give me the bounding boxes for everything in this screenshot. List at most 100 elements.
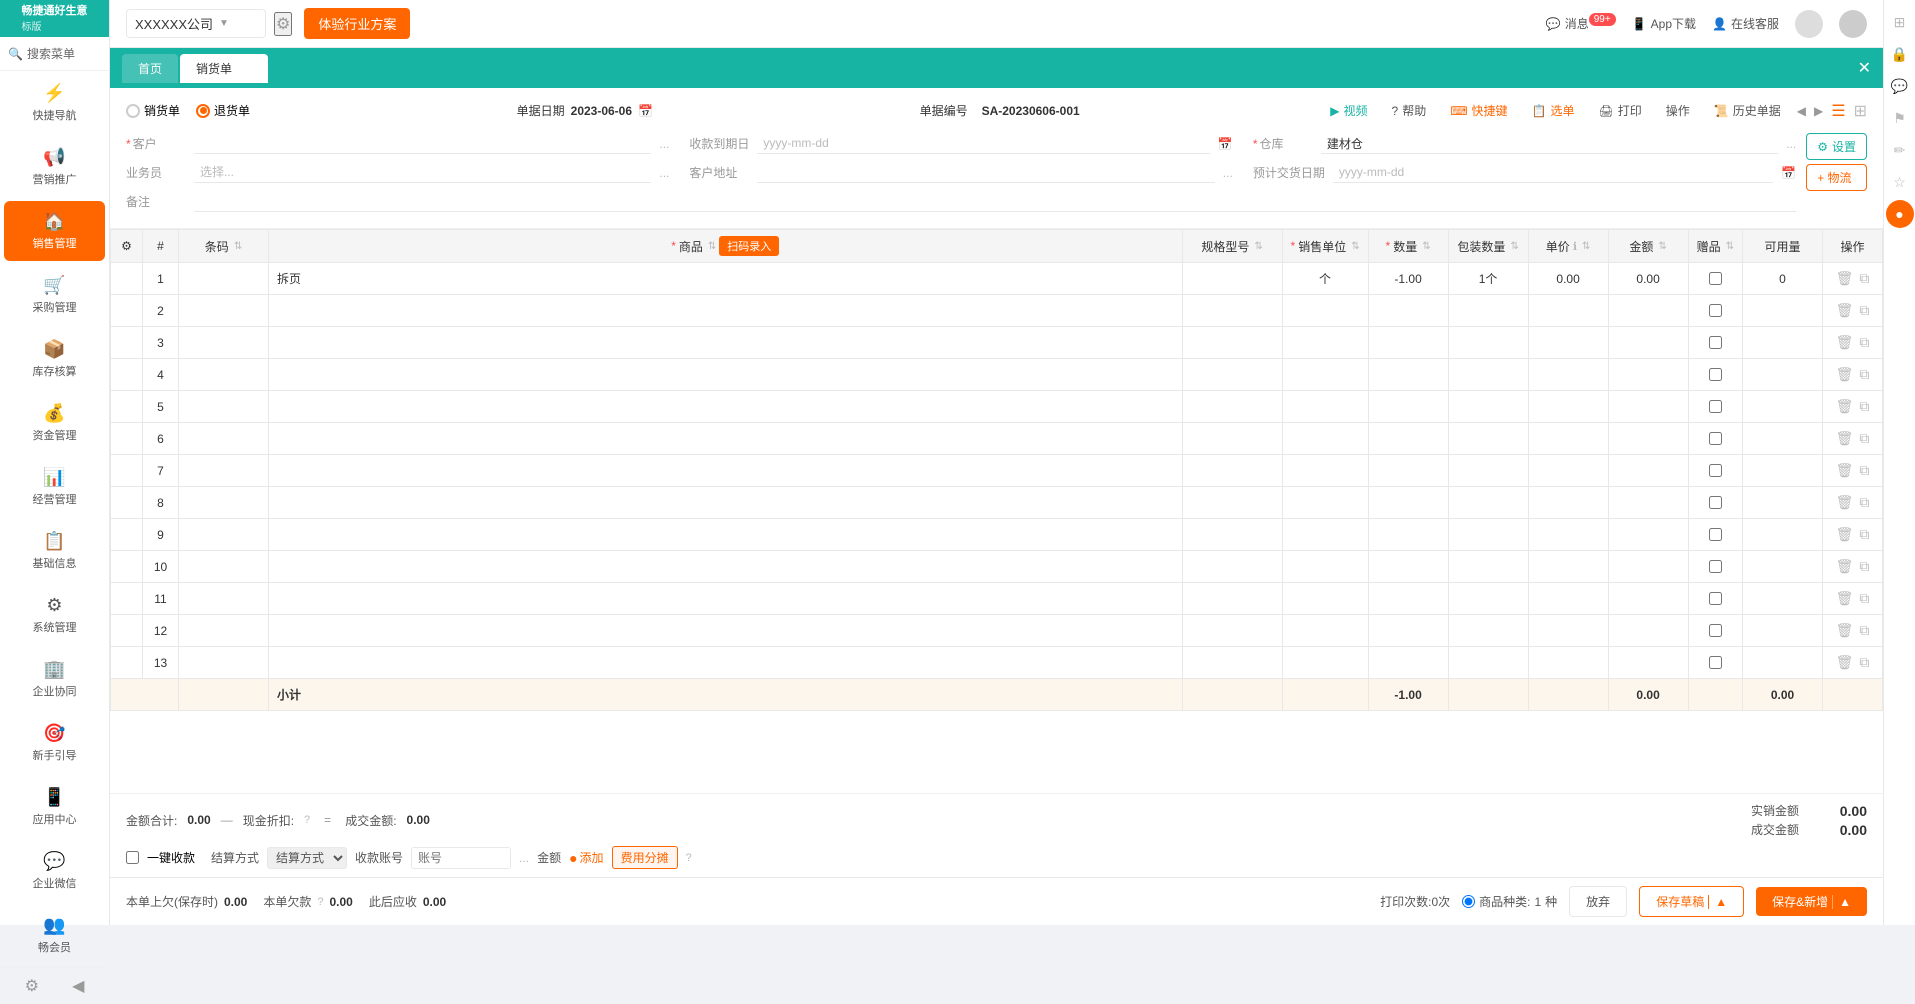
row-gift[interactable]	[1688, 551, 1742, 583]
row-qty[interactable]	[1368, 519, 1448, 551]
row-barcode[interactable]	[179, 295, 269, 327]
row-unit[interactable]	[1282, 583, 1368, 615]
sidebar-item-operations[interactable]: 📊 经营管理	[4, 457, 105, 517]
row-pack-qty[interactable]	[1448, 327, 1528, 359]
app-download-group[interactable]: 📱 App下载	[1632, 15, 1696, 32]
message-group[interactable]: 💬 消息 99+	[1546, 15, 1616, 32]
row-barcode[interactable]	[179, 615, 269, 647]
row-unit[interactable]	[1282, 519, 1368, 551]
avatar2[interactable]	[1839, 10, 1867, 38]
fee-help-icon[interactable]: ?	[686, 852, 692, 864]
col-barcode[interactable]: 条码⇅	[179, 230, 269, 263]
row-amount[interactable]	[1608, 359, 1688, 391]
col-settings[interactable]: ⚙	[111, 230, 143, 263]
row-unit[interactable]	[1282, 423, 1368, 455]
sidebar-search[interactable]: 🔍 搜索菜单	[0, 37, 109, 71]
row-price[interactable]	[1528, 391, 1608, 423]
product-kind-radio[interactable]	[1462, 895, 1475, 908]
col-unit[interactable]: *销售单位⇅	[1282, 230, 1368, 263]
gift-checkbox[interactable]	[1709, 560, 1722, 573]
save-new-arrow-icon[interactable]: ▲	[1832, 895, 1851, 909]
sidebar-item-quicknav[interactable]: ⚡ 快捷导航	[4, 73, 105, 133]
row-qty[interactable]	[1368, 359, 1448, 391]
delete-row-icon[interactable]: 🗑	[1836, 558, 1854, 575]
sidebar-item-wechat[interactable]: 💬 企业微信	[4, 841, 105, 901]
row-product[interactable]	[269, 615, 1183, 647]
salesperson-input[interactable]	[194, 162, 651, 183]
row-product[interactable]	[269, 359, 1183, 391]
row-pack-qty[interactable]	[1448, 647, 1528, 679]
settings-button[interactable]: ⚙	[274, 12, 292, 36]
row-barcode[interactable]	[179, 551, 269, 583]
scan-button[interactable]: 扫码录入	[719, 236, 779, 256]
delivery-date-input[interactable]	[1333, 162, 1773, 183]
row-qty[interactable]	[1368, 327, 1448, 359]
delivery-calendar-icon[interactable]: 📅	[1781, 166, 1796, 180]
row-pack-qty[interactable]	[1448, 519, 1528, 551]
collapse-icon[interactable]: ◀	[72, 976, 84, 996]
radio-return[interactable]: 退货单	[196, 102, 250, 119]
row-qty[interactable]	[1368, 423, 1448, 455]
row-spec[interactable]	[1182, 519, 1282, 551]
row-barcode[interactable]	[179, 583, 269, 615]
copy-row-icon[interactable]: ⧉	[1859, 494, 1869, 511]
row-amount[interactable]	[1608, 583, 1688, 615]
row-gift[interactable]	[1688, 327, 1742, 359]
sidebar-item-marketing[interactable]: 📢 营销推广	[4, 137, 105, 197]
row-gift[interactable]	[1688, 583, 1742, 615]
col-amount[interactable]: 金额⇅	[1608, 230, 1688, 263]
account-dots[interactable]: ...	[519, 851, 529, 865]
col-gift[interactable]: 赠品⇅	[1688, 230, 1742, 263]
col-price[interactable]: 单价ℹ⇅	[1528, 230, 1608, 263]
gift-checkbox[interactable]	[1709, 496, 1722, 509]
row-spec[interactable]	[1182, 583, 1282, 615]
row-barcode[interactable]	[179, 391, 269, 423]
one-click-pay-checkbox[interactable]	[126, 851, 139, 864]
delete-row-icon[interactable]: 🗑	[1836, 398, 1854, 415]
row-price[interactable]	[1528, 359, 1608, 391]
tab-home[interactable]: 首页	[122, 54, 178, 83]
row-product[interactable]	[269, 551, 1183, 583]
row-price[interactable]	[1528, 487, 1608, 519]
copy-row-icon[interactable]: ⧉	[1859, 622, 1869, 639]
row-pack-qty[interactable]	[1448, 615, 1528, 647]
sidebar-item-system[interactable]: ⚙ 系统管理	[4, 585, 105, 645]
row-product[interactable]	[269, 295, 1183, 327]
sidebar-item-inventory[interactable]: 📦 库存核算	[4, 329, 105, 389]
row-product[interactable]	[269, 519, 1183, 551]
delete-row-icon[interactable]: 🗑	[1836, 430, 1854, 447]
right-star-icon[interactable]: ☆	[1886, 168, 1914, 196]
copy-row-icon[interactable]: ⧉	[1859, 558, 1869, 575]
fee-split-btn[interactable]: 费用分摊	[612, 846, 678, 869]
row-price[interactable]	[1528, 583, 1608, 615]
row-barcode[interactable]	[179, 519, 269, 551]
save-draft-button[interactable]: 保存草稿 ▲	[1639, 886, 1744, 917]
row-unit[interactable]	[1282, 647, 1368, 679]
row-spec[interactable]	[1182, 359, 1282, 391]
delete-row-icon[interactable]: 🗑	[1836, 526, 1854, 543]
right-lock-icon[interactable]: 🔒	[1886, 40, 1914, 68]
row-product[interactable]	[269, 647, 1183, 679]
row-amount[interactable]	[1608, 487, 1688, 519]
gift-checkbox[interactable]	[1709, 656, 1722, 669]
company-selector[interactable]: XXXXXX公司 ▼	[126, 9, 266, 38]
copy-row-icon[interactable]: ⧉	[1859, 526, 1869, 543]
save-new-button[interactable]: 保存&新增 ▲	[1756, 887, 1867, 916]
delete-row-icon[interactable]: 🗑	[1836, 270, 1854, 287]
copy-row-icon[interactable]: ⧉	[1859, 590, 1869, 607]
row-unit[interactable]	[1282, 359, 1368, 391]
row-price[interactable]	[1528, 455, 1608, 487]
abandon-button[interactable]: 放弃	[1569, 886, 1627, 917]
row-unit[interactable]	[1282, 295, 1368, 327]
layout-grid-icon[interactable]: ⊞	[1854, 101, 1867, 121]
cash-discount-info-icon[interactable]: ?	[304, 814, 310, 826]
row-gift[interactable]	[1688, 615, 1742, 647]
row-amount[interactable]	[1608, 295, 1688, 327]
row-spec[interactable]	[1182, 263, 1282, 295]
calc-method-select[interactable]: 结算方式	[267, 847, 347, 869]
col-pack-qty[interactable]: 包装数量⇅	[1448, 230, 1528, 263]
row-price[interactable]	[1528, 551, 1608, 583]
row-barcode[interactable]	[179, 455, 269, 487]
row-product[interactable]	[269, 327, 1183, 359]
shortcut-btn[interactable]: ⌨ 快捷键	[1442, 98, 1515, 123]
